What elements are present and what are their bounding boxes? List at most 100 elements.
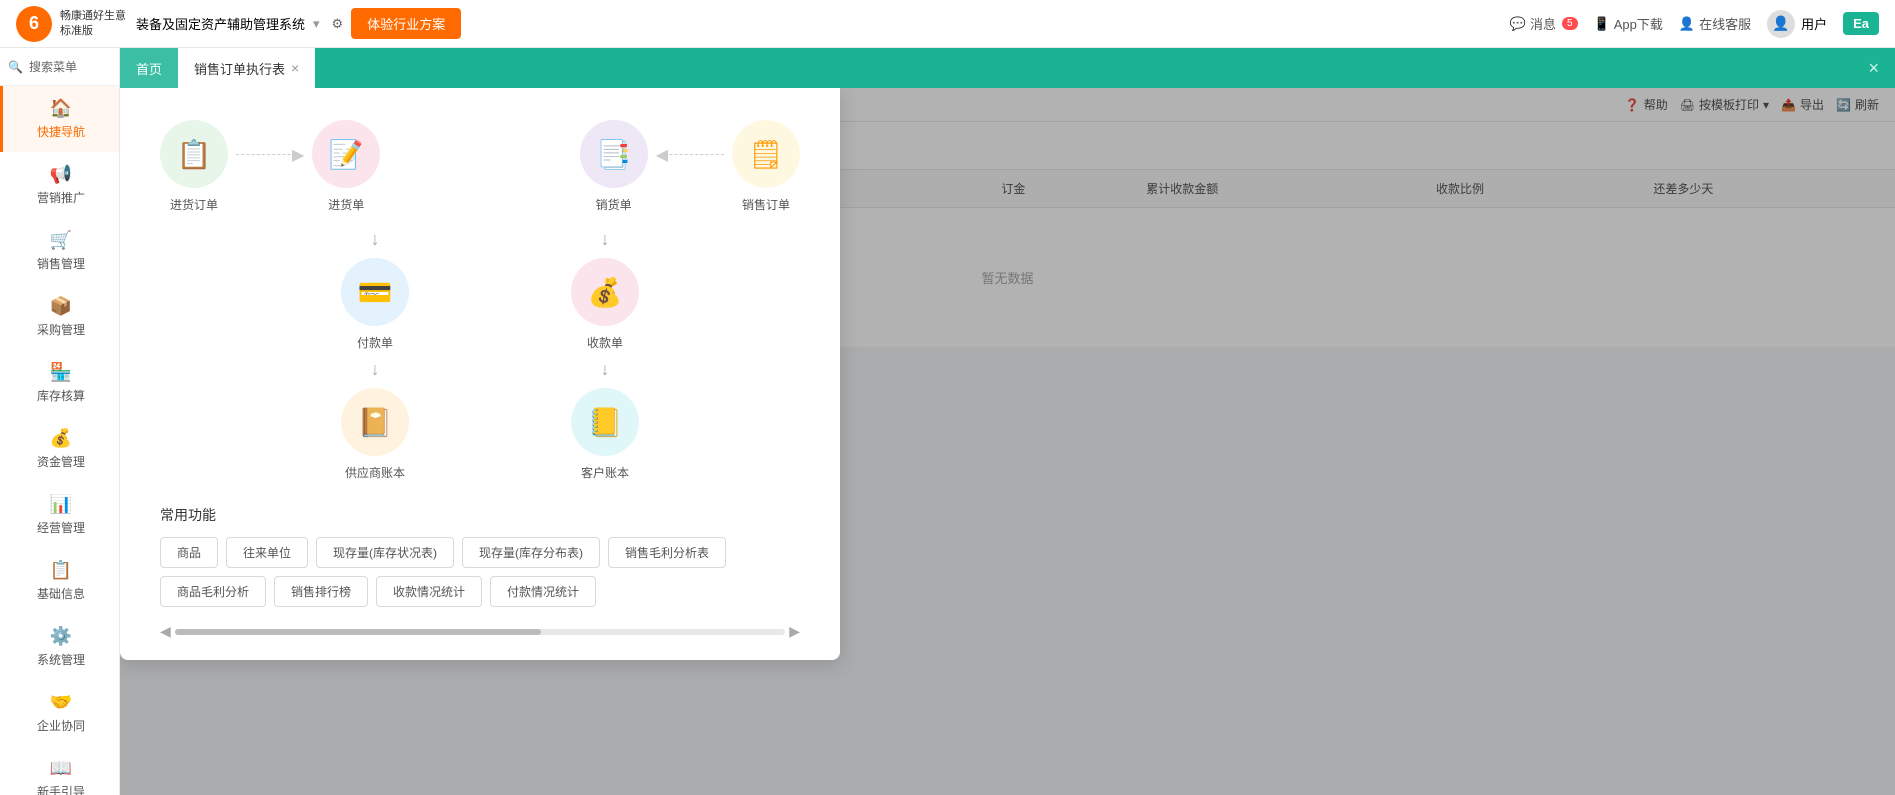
flow-node-sales-order[interactable]: 🗒 销售订单 bbox=[732, 120, 800, 213]
flow-node-sales-bill[interactable]: 📑 销货单 bbox=[580, 120, 648, 213]
main-layout: 🔍 搜索菜单 🏠 快捷导航📢 营销推广🛒 销售管理📦 采购管理🏪 库存核算💰 资… bbox=[0, 48, 1895, 795]
service-icon: 👤 bbox=[1679, 16, 1695, 32]
sidebar-item-quick-nav[interactable]: 🏠 快捷导航 bbox=[0, 86, 119, 152]
sidebar: 🔍 搜索菜单 🏠 快捷导航📢 营销推广🛒 销售管理📦 采购管理🏪 库存核算💰 资… bbox=[0, 48, 120, 795]
system-title: 装备及固定资产辅助管理系统 bbox=[136, 14, 305, 33]
flow-node-supplier-account[interactable]: 📔 供应商账本 bbox=[341, 388, 409, 481]
newbie-icon: 📖 bbox=[50, 758, 72, 779]
purchase-bill-icon: 📝 bbox=[312, 120, 380, 188]
inventory-icon: 🏪 bbox=[50, 362, 72, 383]
message-icon: 💬 bbox=[1510, 16, 1526, 32]
purchase-icon: 📦 bbox=[50, 296, 72, 317]
sidebar-label-system: 系统管理 bbox=[37, 651, 85, 668]
scroll-track bbox=[175, 629, 785, 635]
sidebar-item-enterprise[interactable]: 🤝 企业协同 bbox=[0, 680, 119, 746]
tab-bar-close-icon[interactable]: × bbox=[1852, 58, 1895, 79]
operations-icon: 📊 bbox=[50, 494, 72, 515]
enterprise-icon: 🤝 bbox=[50, 692, 72, 713]
sidebar-item-newbie[interactable]: 📖 新手引导 bbox=[0, 746, 119, 795]
sales-icon: 🛒 bbox=[50, 230, 72, 251]
cf-btn-现存量(库存状况表)[interactable]: 现存量(库存状况表) bbox=[316, 537, 454, 568]
flow-node-payment-bill[interactable]: 💳 付款单 bbox=[341, 258, 409, 351]
message-item[interactable]: 💬 消息 5 bbox=[1510, 14, 1578, 33]
receipt-bill-icon: 💰 bbox=[571, 258, 639, 326]
cf-btn-往来单位[interactable]: 往来单位 bbox=[226, 537, 308, 568]
system-icon: ⚙️ bbox=[50, 626, 72, 647]
sales-order-icon: 🗒 bbox=[732, 120, 800, 188]
system-name-area: 装备及固定资产辅助管理系统 ▾ ⚙ 体验行业方案 bbox=[136, 8, 1510, 39]
page-content: ❓ 帮助 🖨 按模板打印 ▾ 📤 导出 🔄 刷新 bbox=[120, 88, 1895, 795]
supplier-account-icon: 📔 bbox=[341, 388, 409, 456]
marketing-icon: 📢 bbox=[50, 164, 72, 185]
search-icon: 🔍 bbox=[8, 60, 23, 74]
sidebar-label-inventory: 库存核算 bbox=[37, 387, 85, 404]
system-dropdown-icon[interactable]: ▾ bbox=[313, 16, 320, 32]
cf-btn-商品毛利分析[interactable]: 商品毛利分析 bbox=[160, 576, 266, 607]
sidebar-item-marketing[interactable]: 📢 营销推广 bbox=[0, 152, 119, 218]
sidebar-label-quick-nav: 快捷导航 bbox=[37, 123, 85, 140]
sidebar-items: 🏠 快捷导航📢 营销推广🛒 销售管理📦 采购管理🏪 库存核算💰 资金管理📊 经营… bbox=[0, 86, 119, 795]
sidebar-item-finance[interactable]: 💰 资金管理 bbox=[0, 416, 119, 482]
sidebar-item-purchase[interactable]: 📦 采购管理 bbox=[0, 284, 119, 350]
tab-home[interactable]: 首页 bbox=[120, 48, 178, 88]
cf-btn-现存量(库存分布表)[interactable]: 现存量(库存分布表) bbox=[462, 537, 600, 568]
scroll-left-btn[interactable]: ◀ bbox=[160, 623, 171, 640]
common-functions: 常用功能 商品往来单位现存量(库存状况表)现存量(库存分布表)销售毛利分析表商品… bbox=[160, 505, 800, 607]
tab-bar: 首页 销售订单执行表 × × bbox=[120, 48, 1895, 88]
sidebar-search[interactable]: 🔍 搜索菜单 bbox=[0, 48, 119, 86]
online-service-item[interactable]: 👤 在线客服 bbox=[1679, 14, 1751, 33]
sidebar-label-basic-info: 基础信息 bbox=[37, 585, 85, 602]
sidebar-item-inventory[interactable]: 🏪 库存核算 bbox=[0, 350, 119, 416]
tab-close-icon[interactable]: × bbox=[291, 60, 299, 76]
cf-buttons-container: 商品往来单位现存量(库存状况表) 现存量(库存分布表) 销售毛利分析表商品毛利分析销… bbox=[160, 537, 800, 607]
header-right: 💬 消息 5 📱 App下载 👤 在线客服 👤 用户 Ea bbox=[1510, 10, 1879, 38]
avatar: 👤 bbox=[1767, 10, 1795, 38]
scroll-right-btn[interactable]: ▶ bbox=[789, 623, 800, 640]
quick-nav-modal: 📋 进货订单 ▶ 📝 bbox=[120, 88, 840, 660]
trial-button[interactable]: 体验行业方案 bbox=[351, 8, 461, 39]
quick-nav-icon: 🏠 bbox=[50, 98, 72, 119]
purchase-order-icon: 📋 bbox=[160, 120, 228, 188]
user-name: 用户 bbox=[1801, 14, 1827, 33]
user-initial-badge: Ea bbox=[1843, 12, 1879, 35]
payment-bill-icon: 💳 bbox=[341, 258, 409, 326]
content-area: 首页 销售订单执行表 × × ❓ 帮助 🖨 按模板打印 ▾ bbox=[120, 48, 1895, 795]
logo-icon: 6 bbox=[16, 6, 52, 42]
customer-account-icon: 📒 bbox=[571, 388, 639, 456]
top-header: 6 畅康通好生意 标准版 装备及固定资产辅助管理系统 ▾ ⚙ 体验行业方案 💬 … bbox=[0, 0, 1895, 48]
scroll-thumb bbox=[175, 629, 541, 635]
sidebar-label-finance: 资金管理 bbox=[37, 453, 85, 470]
sidebar-item-sales[interactable]: 🛒 销售管理 bbox=[0, 218, 119, 284]
cf-title: 常用功能 bbox=[160, 505, 800, 525]
settings-icon[interactable]: ⚙ bbox=[332, 16, 344, 32]
flow-node-purchase-bill[interactable]: 📝 进货单 bbox=[312, 120, 380, 213]
modal-overlay[interactable]: 📋 进货订单 ▶ 📝 bbox=[120, 88, 1895, 795]
finance-icon: 💰 bbox=[50, 428, 72, 449]
app-download-item[interactable]: 📱 App下载 bbox=[1594, 14, 1663, 33]
flow-node-purchase-order[interactable]: 📋 进货订单 bbox=[160, 120, 228, 213]
sidebar-label-operations: 经营管理 bbox=[37, 519, 85, 536]
sidebar-label-marketing: 营销推广 bbox=[37, 189, 85, 206]
sidebar-label-enterprise: 企业协同 bbox=[37, 717, 85, 734]
tab-sales-order[interactable]: 销售订单执行表 × bbox=[178, 48, 315, 88]
basic-info-icon: 📋 bbox=[50, 560, 72, 581]
logo-area: 6 畅康通好生意 标准版 bbox=[16, 6, 136, 42]
sales-bill-icon: 📑 bbox=[580, 120, 648, 188]
cf-btn-收款情况统计[interactable]: 收款情况统计 bbox=[376, 576, 482, 607]
user-info[interactable]: 👤 用户 bbox=[1767, 10, 1827, 38]
flow-node-customer-account[interactable]: 📒 客户账本 bbox=[571, 388, 639, 481]
cf-btn-付款情况统计[interactable]: 付款情况统计 bbox=[490, 576, 596, 607]
sidebar-item-system[interactable]: ⚙️ 系统管理 bbox=[0, 614, 119, 680]
message-badge: 5 bbox=[1562, 17, 1578, 30]
sidebar-label-purchase: 采购管理 bbox=[37, 321, 85, 338]
sidebar-item-basic-info[interactable]: 📋 基础信息 bbox=[0, 548, 119, 614]
cf-btn-销售毛利分析表[interactable]: 销售毛利分析表 bbox=[608, 537, 726, 568]
sidebar-item-operations[interactable]: 📊 经营管理 bbox=[0, 482, 119, 548]
mobile-icon: 📱 bbox=[1594, 16, 1610, 32]
modal-scrollbar[interactable]: ◀ ▶ bbox=[160, 623, 800, 640]
cf-btn-商品[interactable]: 商品 bbox=[160, 537, 218, 568]
cf-btn-销售排行榜[interactable]: 销售排行榜 bbox=[274, 576, 368, 607]
flow-node-receipt-bill[interactable]: 💰 收款单 bbox=[571, 258, 639, 351]
sidebar-label-newbie: 新手引导 bbox=[37, 783, 85, 795]
logo-text: 畅康通好生意 标准版 bbox=[60, 9, 126, 38]
